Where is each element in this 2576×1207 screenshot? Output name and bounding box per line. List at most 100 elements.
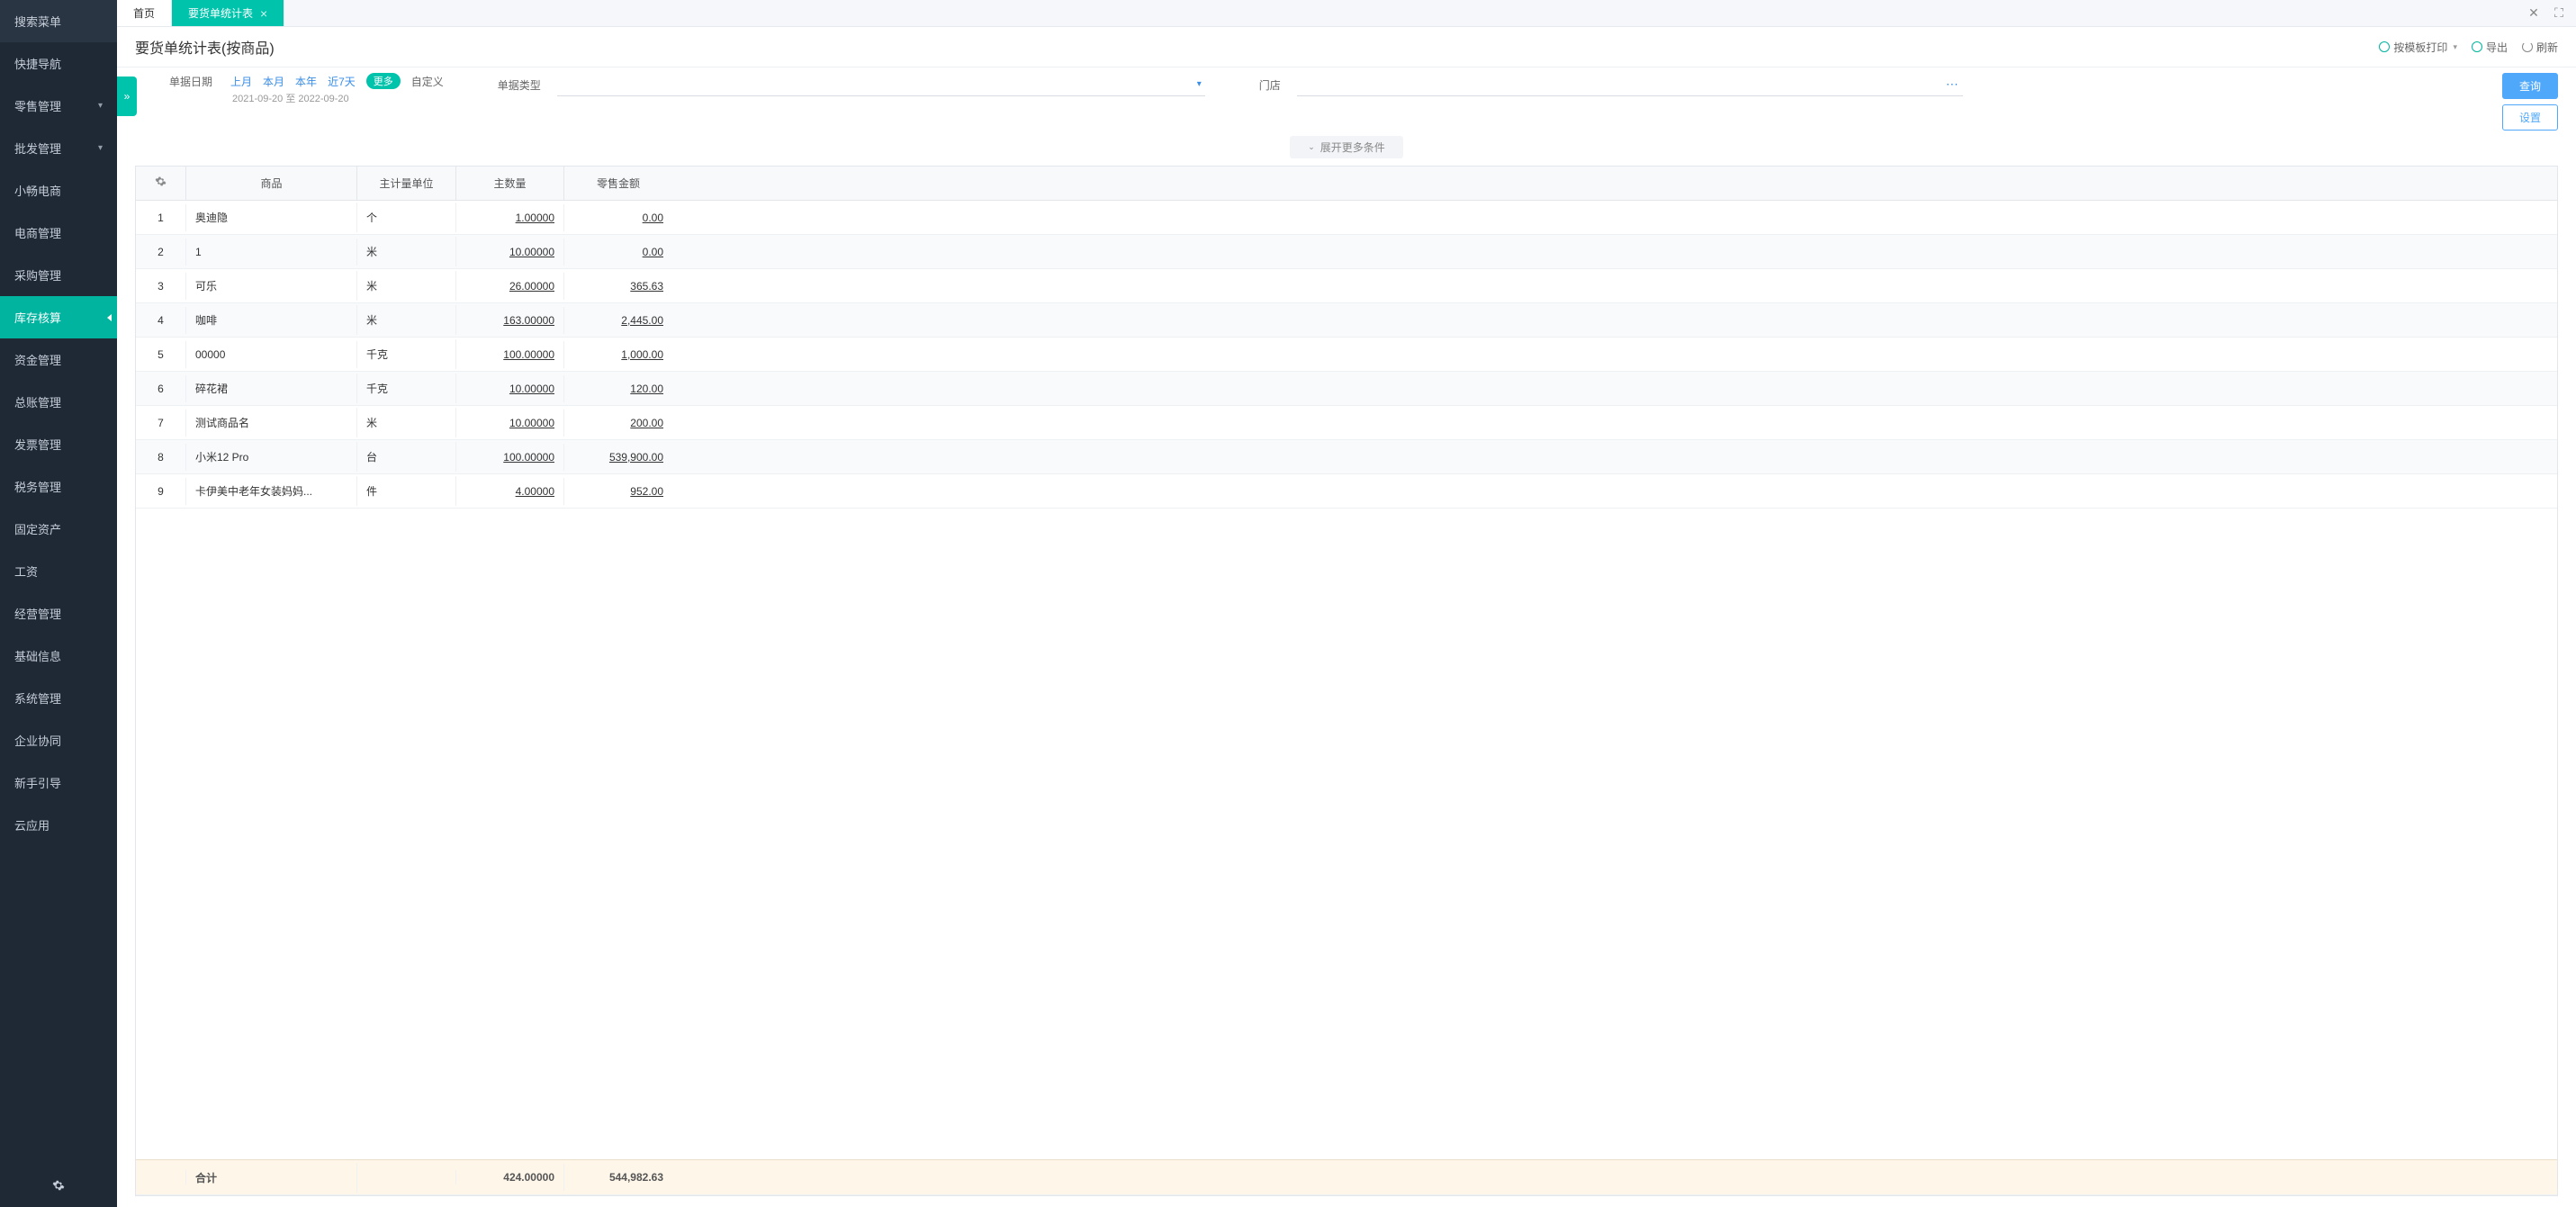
sidebar-item-label: 发票管理	[14, 436, 61, 453]
cell-qty[interactable]: 26.00000	[456, 273, 564, 300]
header-settings-cell[interactable]	[136, 167, 186, 200]
sidebar-item-label: 资金管理	[14, 351, 61, 368]
sidebar-item-2[interactable]: 零售管理▾	[0, 85, 117, 127]
cell-amount[interactable]: 200.00	[564, 410, 672, 437]
table-row[interactable]: 1奥迪隐个1.000000.00	[136, 201, 2557, 235]
doc-type-filter: 单据类型 ▾	[498, 73, 1205, 96]
cell-index: 9	[136, 478, 186, 505]
sidebar-item-11[interactable]: 税务管理	[0, 465, 117, 508]
cell-qty[interactable]: 1.00000	[456, 204, 564, 231]
cell-qty[interactable]: 4.00000	[456, 478, 564, 505]
cell-index: 7	[136, 410, 186, 437]
sidebar-item-1[interactable]: 快捷导航	[0, 42, 117, 85]
sidebar-item-10[interactable]: 发票管理	[0, 423, 117, 465]
header-product[interactable]: 商品	[186, 167, 357, 200]
grid-header: 商品 主计量单位 主数量 零售金额	[136, 167, 2557, 201]
cell-product: 奥迪隐	[186, 203, 357, 232]
table-row[interactable]: 9卡伊美中老年女装妈妈...件4.00000952.00	[136, 474, 2557, 509]
fullscreen-icon[interactable]: ⛶	[2549, 4, 2569, 23]
sidebar-item-7[interactable]: 库存核算	[0, 296, 117, 338]
sidebar-item-14[interactable]: 经营管理	[0, 592, 117, 635]
sidebar-item-18[interactable]: 新手引导	[0, 761, 117, 804]
tab-1[interactable]: 要货单统计表×	[172, 0, 284, 26]
table-row[interactable]: 500000千克100.000001,000.00	[136, 338, 2557, 372]
export-action[interactable]: 导出	[2472, 40, 2508, 55]
footer-qty: 424.00000	[456, 1164, 564, 1191]
sidebar-item-label: 工资	[14, 563, 38, 580]
sidebar-item-19[interactable]: 云应用	[0, 804, 117, 846]
sidebar-item-3[interactable]: 批发管理▾	[0, 127, 117, 169]
table-row[interactable]: 21米10.000000.00	[136, 235, 2557, 269]
preset-this-month[interactable]: 本月	[263, 74, 284, 89]
filter-panel: » 单据日期 上月 本月 本年 近7天 更多 自定义 2021-09-20 至 …	[117, 68, 2576, 131]
sidebar-item-17[interactable]: 企业协同	[0, 719, 117, 761]
print-by-template-action[interactable]: 按模板打印 ▾	[2379, 40, 2457, 55]
cell-index: 6	[136, 375, 186, 402]
table-row[interactable]: 6碎花裙千克10.00000120.00	[136, 372, 2557, 406]
cell-unit: 米	[357, 408, 456, 437]
table-row[interactable]: 8小米12 Pro台100.00000539,900.00	[136, 440, 2557, 474]
table-row[interactable]: 4咖啡米163.000002,445.00	[136, 303, 2557, 338]
sidebar-item-16[interactable]: 系统管理	[0, 677, 117, 719]
sidebar-item-6[interactable]: 采购管理	[0, 254, 117, 296]
cell-qty[interactable]: 10.00000	[456, 410, 564, 437]
sidebar-item-9[interactable]: 总账管理	[0, 381, 117, 423]
settings-gear-icon[interactable]	[52, 1179, 65, 1192]
header-qty[interactable]: 主数量	[456, 167, 564, 200]
cell-amount[interactable]: 2,445.00	[564, 307, 672, 334]
cell-product: 碎花裙	[186, 374, 357, 403]
close-icon[interactable]: ×	[260, 6, 267, 21]
cell-amount[interactable]: 365.63	[564, 273, 672, 300]
refresh-action[interactable]: 刷新	[2522, 40, 2558, 55]
sidebar-item-13[interactable]: 工资	[0, 550, 117, 592]
sidebar-item-label: 税务管理	[14, 478, 61, 495]
search-button[interactable]: 查询	[2502, 73, 2558, 99]
sidebar-item-5[interactable]: 电商管理	[0, 212, 117, 254]
gear-icon	[155, 176, 167, 187]
chevron-down-icon: ▾	[98, 101, 103, 111]
cell-amount[interactable]: 0.00	[564, 239, 672, 266]
sidebar-item-12[interactable]: 固定资产	[0, 508, 117, 550]
ellipsis-icon: ⋯	[1946, 77, 1959, 92]
expand-more-filters[interactable]: ⌄ 展开更多条件	[1290, 136, 1403, 158]
table-row[interactable]: 7测试商品名米10.00000200.00	[136, 406, 2557, 440]
doc-type-select[interactable]: ▾	[557, 73, 1205, 96]
preset-custom[interactable]: 自定义	[411, 74, 444, 89]
preset-this-year[interactable]: 本年	[295, 74, 317, 89]
sidebar-item-label: 企业协同	[14, 732, 61, 749]
store-select[interactable]: ⋯	[1297, 73, 1963, 96]
tab-0[interactable]: 首页	[117, 0, 172, 26]
cell-amount[interactable]: 0.00	[564, 204, 672, 231]
chevron-down-icon: ▾	[1197, 79, 1202, 89]
cell-amount[interactable]: 952.00	[564, 478, 672, 505]
cell-unit: 米	[357, 237, 456, 266]
preset-last-7-days[interactable]: 近7天	[328, 74, 356, 89]
cell-product: 可乐	[186, 271, 357, 301]
cell-unit: 千克	[357, 339, 456, 369]
cell-qty[interactable]: 10.00000	[456, 375, 564, 402]
cell-qty[interactable]: 100.00000	[456, 341, 564, 368]
export-label: 导出	[2486, 40, 2508, 55]
sidebar-item-0[interactable]: 搜索菜单	[0, 0, 117, 42]
preset-more-badge[interactable]: 更多	[366, 73, 401, 89]
cell-qty[interactable]: 10.00000	[456, 239, 564, 266]
sidebar-footer	[0, 1166, 117, 1207]
sidebar-item-8[interactable]: 资金管理	[0, 338, 117, 381]
cell-amount[interactable]: 120.00	[564, 375, 672, 402]
preset-last-month[interactable]: 上月	[230, 74, 252, 89]
sidebar-item-15[interactable]: 基础信息	[0, 635, 117, 677]
cell-amount[interactable]: 539,900.00	[564, 444, 672, 471]
cell-qty[interactable]: 163.00000	[456, 307, 564, 334]
print-label: 按模板打印	[2393, 40, 2447, 55]
table-row[interactable]: 3可乐米26.00000365.63	[136, 269, 2557, 303]
cell-amount[interactable]: 1,000.00	[564, 341, 672, 368]
settings-button[interactable]: 设置	[2502, 104, 2558, 131]
sidebar-item-label: 快捷导航	[14, 55, 61, 72]
filter-collapse-toggle[interactable]: »	[117, 77, 137, 116]
grid-body: 1奥迪隐个1.000000.0021米10.000000.003可乐米26.00…	[136, 201, 2557, 1159]
header-unit[interactable]: 主计量单位	[357, 167, 456, 200]
close-all-icon[interactable]: ✕	[2524, 4, 2544, 23]
cell-qty[interactable]: 100.00000	[456, 444, 564, 471]
sidebar-item-4[interactable]: 小畅电商	[0, 169, 117, 212]
header-amount[interactable]: 零售金额	[564, 167, 672, 200]
